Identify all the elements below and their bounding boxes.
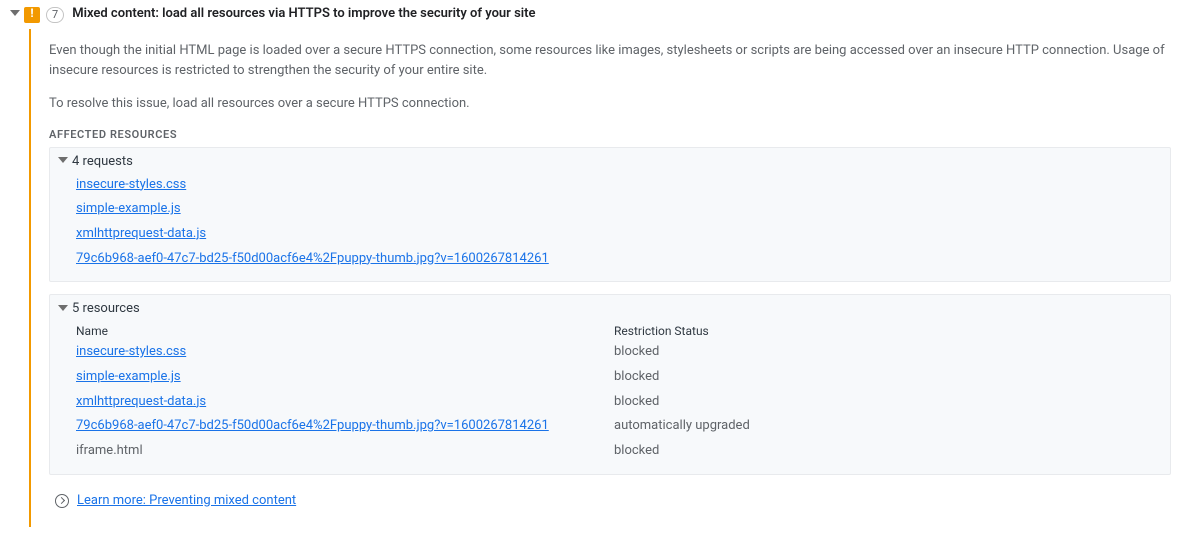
- affected-resources-label: AFFECTED RESOURCES: [49, 128, 1171, 141]
- request-link[interactable]: insecure-styles.css: [76, 173, 186, 198]
- learn-more-link[interactable]: Learn more: Preventing mixed content: [77, 489, 296, 514]
- arrow-right-circle-icon: [55, 494, 69, 508]
- issue-description: Even though the initial HTML page is loa…: [49, 41, 1171, 80]
- table-row: simple-example.js: [76, 365, 606, 390]
- table-row: 79c6b968-aef0-47c7-bd25-f50d00acf6e4%2Fp…: [76, 414, 606, 439]
- warning-icon: [24, 7, 40, 23]
- resource-link[interactable]: 79c6b968-aef0-47c7-bd25-f50d00acf6e4%2Fp…: [76, 414, 549, 439]
- restriction-status: blocked: [614, 365, 1162, 390]
- requests-panel: 4 requests insecure-styles.css simple-ex…: [49, 147, 1171, 283]
- table-row: insecure-styles.css: [76, 340, 606, 365]
- restriction-status: blocked: [614, 390, 1162, 415]
- issue-title: Mixed content: load all resources via HT…: [72, 6, 535, 21]
- table-row: xmlhttprequest-data.js: [76, 390, 606, 415]
- chevron-down-icon[interactable]: [58, 305, 68, 315]
- request-link[interactable]: xmlhttprequest-data.js: [76, 222, 206, 247]
- column-header-status: Restriction Status: [614, 320, 1162, 340]
- issue-count-badge: 7: [46, 7, 64, 23]
- chevron-down-icon[interactable]: [10, 10, 20, 20]
- resource-link[interactable]: simple-example.js: [76, 365, 181, 390]
- column-header-name: Name: [76, 320, 606, 340]
- resources-table: Name Restriction Status insecure-styles.…: [58, 320, 1162, 463]
- restriction-status: blocked: [614, 340, 1162, 365]
- resources-header[interactable]: 5 resources: [58, 301, 1162, 316]
- resource-link[interactable]: xmlhttprequest-data.js: [76, 390, 206, 415]
- issue-header-row[interactable]: 7 Mixed content: load all resources via …: [0, 0, 1181, 29]
- requests-count-label: 4 requests: [72, 154, 133, 169]
- restriction-status: blocked: [614, 439, 1162, 464]
- requests-header[interactable]: 4 requests: [58, 154, 1162, 169]
- resources-count-label: 5 resources: [72, 301, 140, 316]
- requests-list: insecure-styles.css simple-example.js xm…: [58, 173, 1162, 272]
- request-link[interactable]: simple-example.js: [76, 197, 181, 222]
- restriction-status: automatically upgraded: [614, 414, 1162, 439]
- request-link[interactable]: 79c6b968-aef0-47c7-bd25-f50d00acf6e4%2Fp…: [76, 247, 549, 272]
- resources-panel: 5 resources Name Restriction Status inse…: [49, 294, 1171, 474]
- issue-body: Even though the initial HTML page is loa…: [29, 29, 1181, 527]
- learn-more-row[interactable]: Learn more: Preventing mixed content: [49, 489, 1171, 514]
- chevron-down-icon[interactable]: [58, 157, 68, 167]
- table-row: iframe.html: [76, 439, 606, 464]
- resource-link[interactable]: insecure-styles.css: [76, 340, 186, 365]
- issue-resolution: To resolve this issue, load all resource…: [49, 94, 1171, 114]
